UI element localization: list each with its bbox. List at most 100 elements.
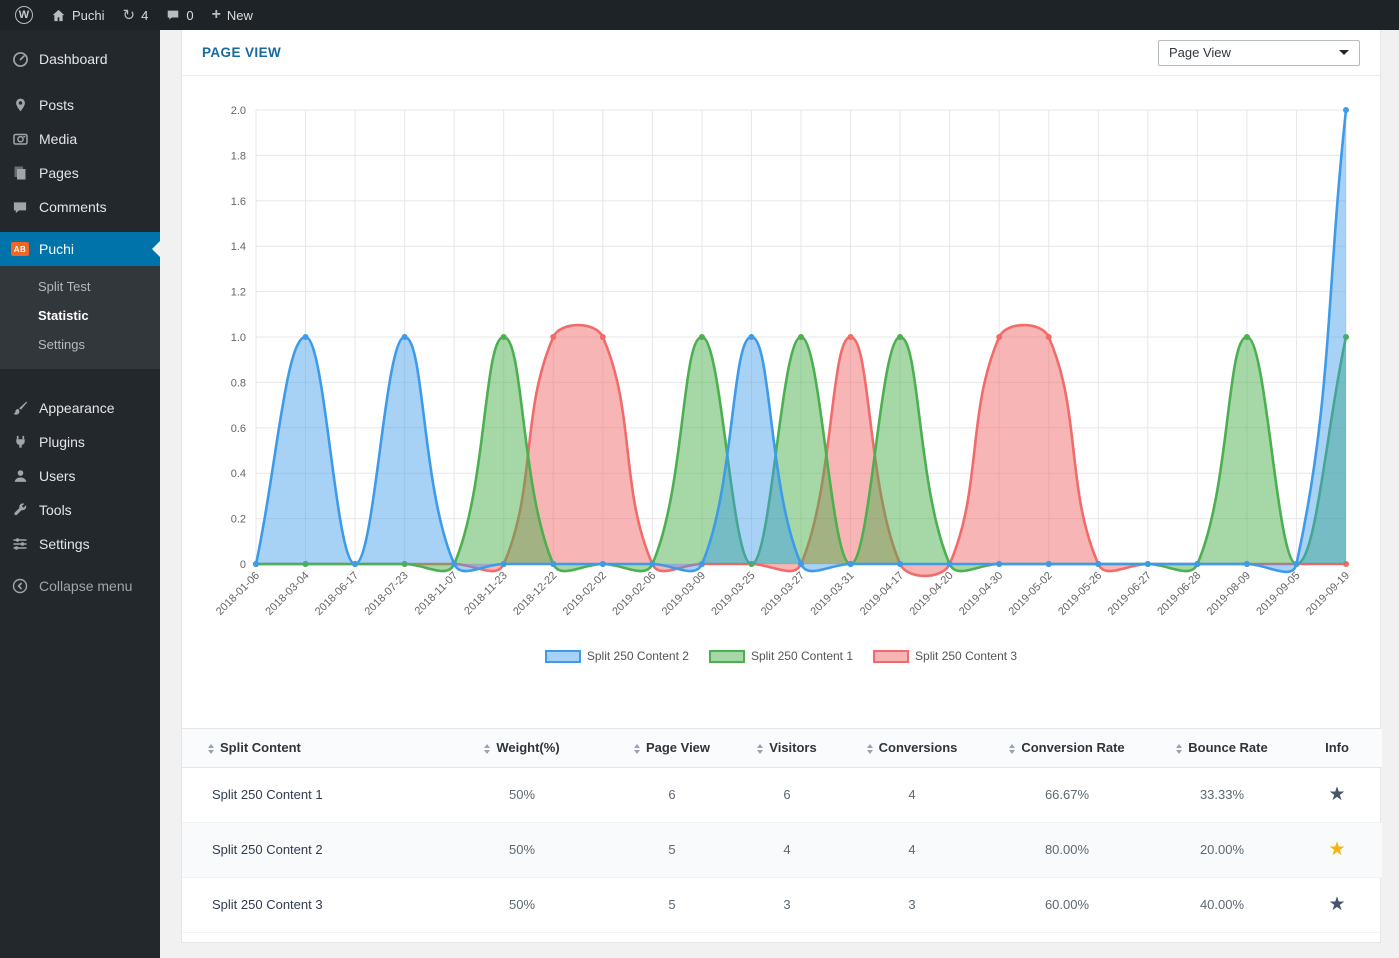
table-row: Split 250 Content 1 50% 6 6 4 66.67% 33.… [182,767,1382,822]
sidebar-item-media[interactable]: Media [0,122,160,156]
pageview-chart[interactable]: 00.20.40.60.81.01.21.41.61.82.02018-01-0… [182,86,1382,634]
column-header-conversions[interactable]: Conversions [842,729,982,767]
sidebar-item-pages[interactable]: Pages [0,156,160,190]
svg-text:2019-05-02: 2019-05-02 [1007,570,1055,618]
svg-text:1.0: 1.0 [231,332,246,344]
sidebar-item-label: Pages [39,165,79,181]
collapse-menu-button[interactable]: Collapse menu [0,569,160,603]
updates-count: 4 [141,8,148,23]
updates-button[interactable]: ↻ 4 [114,0,158,30]
panel-header: PAGE VIEW Page View [182,30,1380,76]
stats-table: Split Content Weight(%) Page View Visito… [182,729,1382,933]
cell-weight: 50% [432,767,612,822]
sidebar-item-label: Media [39,131,77,147]
sidebar-item-posts[interactable]: Posts [0,88,160,122]
svg-text:2019-03-25: 2019-03-25 [709,570,757,618]
svg-text:2018-01-06: 2018-01-06 [214,570,262,618]
stats-table-container: Split Content Weight(%) Page View Visito… [182,728,1380,933]
sidebar-item-appearance[interactable]: Appearance [0,391,160,425]
column-header-page-view[interactable]: Page View [612,729,732,767]
table-header-row: Split Content Weight(%) Page View Visito… [182,729,1382,767]
svg-text:0.6: 0.6 [231,423,246,435]
new-label: New [227,8,253,23]
puchi-submenu: Split Test Statistic Settings [0,266,160,369]
cell-page-view: 6 [612,767,732,822]
sidebar-item-label: Users [39,468,76,484]
submenu-item-settings[interactable]: Settings [0,330,160,359]
sidebar-item-settings[interactable]: Settings [0,527,160,561]
legend-item[interactable]: Split 250 Content 2 [545,649,689,663]
cell-split-content: Split 250 Content 1 [182,767,432,822]
column-label: Info [1325,740,1349,755]
svg-text:2019-04-17: 2019-04-17 [858,570,906,618]
legend-label: Split 250 Content 2 [587,649,689,663]
cell-visitors: 3 [732,877,842,932]
svg-text:0.2: 0.2 [231,514,246,526]
legend-swatch [873,650,909,663]
submenu-item-split-test[interactable]: Split Test [0,272,160,301]
legend-swatch [709,650,745,663]
legend-swatch [545,650,581,663]
legend-item[interactable]: Split 250 Content 1 [709,649,853,663]
sort-icon [757,744,763,754]
chevron-down-icon [1339,50,1349,60]
svg-text:2019-03-27: 2019-03-27 [759,570,807,618]
info-star-icon[interactable]: ★ [1328,839,1345,860]
speech-bubble-icon [10,198,30,216]
column-label: Visitors [769,740,816,755]
sidebar-item-dashboard[interactable]: Dashboard [0,42,160,76]
site-name-link[interactable]: Puchi [42,0,114,30]
sidebar-item-comments[interactable]: Comments [0,190,160,224]
column-header-conversion-rate[interactable]: Conversion Rate [982,729,1152,767]
cell-split-content: Split 250 Content 2 [182,822,432,877]
sidebar-item-label: Appearance [39,400,115,416]
camera-icon [10,130,30,148]
new-button[interactable]: + New [203,0,262,30]
sidebar-item-label: Puchi [39,241,74,257]
svg-text:2019-03-09: 2019-03-09 [660,570,708,618]
cell-bounce-rate: 20.00% [1152,822,1292,877]
legend-label: Split 250 Content 1 [751,649,853,663]
svg-text:2018-11-23: 2018-11-23 [462,570,510,618]
cell-page-view: 5 [612,822,732,877]
puchi-ab-icon: AB [10,240,30,258]
collapse-arrow-icon [10,577,30,595]
svg-text:2019-03-31: 2019-03-31 [808,570,856,618]
svg-text:2018-12-22: 2018-12-22 [511,570,559,618]
legend-item[interactable]: Split 250 Content 3 [873,649,1017,663]
info-star-icon[interactable]: ★ [1328,784,1345,805]
column-header-weight[interactable]: Weight(%) [432,729,612,767]
cell-weight: 50% [432,822,612,877]
statistic-panel: PAGE VIEW Page View 00.20.40.60.81.01.21… [181,30,1381,943]
table-row: Split 250 Content 2 50% 5 4 4 80.00% 20.… [182,822,1382,877]
column-label: Weight(%) [496,740,559,755]
collapse-menu-label: Collapse menu [39,578,132,594]
sidebar-item-tools[interactable]: Tools [0,493,160,527]
sort-icon [1176,744,1182,754]
sidebar-item-label: Comments [39,199,107,215]
column-header-split-content[interactable]: Split Content [182,729,432,767]
svg-text:0: 0 [240,559,246,571]
comments-button[interactable]: 0 [157,0,202,30]
svg-text:1.6: 1.6 [231,196,246,208]
cell-conversion-rate: 60.00% [982,877,1152,932]
legend-label: Split 250 Content 3 [915,649,1017,663]
sidebar-item-plugins[interactable]: Plugins [0,425,160,459]
svg-text:2018-06-17: 2018-06-17 [313,570,361,618]
view-select-dropdown[interactable]: Page View [1158,40,1360,66]
submenu-item-statistic[interactable]: Statistic [0,301,160,330]
chart-container: 00.20.40.60.81.01.21.41.61.82.02018-01-0… [182,76,1380,664]
sort-icon [208,744,214,754]
pages-icon [10,164,30,182]
wp-logo-button[interactable]: W [6,0,42,30]
svg-text:1.8: 1.8 [231,150,246,162]
svg-text:2018-03-04: 2018-03-04 [263,570,311,618]
column-header-visitors[interactable]: Visitors [732,729,842,767]
sidebar-item-puchi[interactable]: AB Puchi [0,232,160,266]
sidebar-item-users[interactable]: Users [0,459,160,493]
svg-text:2019-06-28: 2019-06-28 [1155,570,1203,618]
cell-bounce-rate: 33.33% [1152,767,1292,822]
column-header-bounce-rate[interactable]: Bounce Rate [1152,729,1292,767]
info-star-icon[interactable]: ★ [1328,894,1345,915]
column-label: Split Content [220,740,301,755]
